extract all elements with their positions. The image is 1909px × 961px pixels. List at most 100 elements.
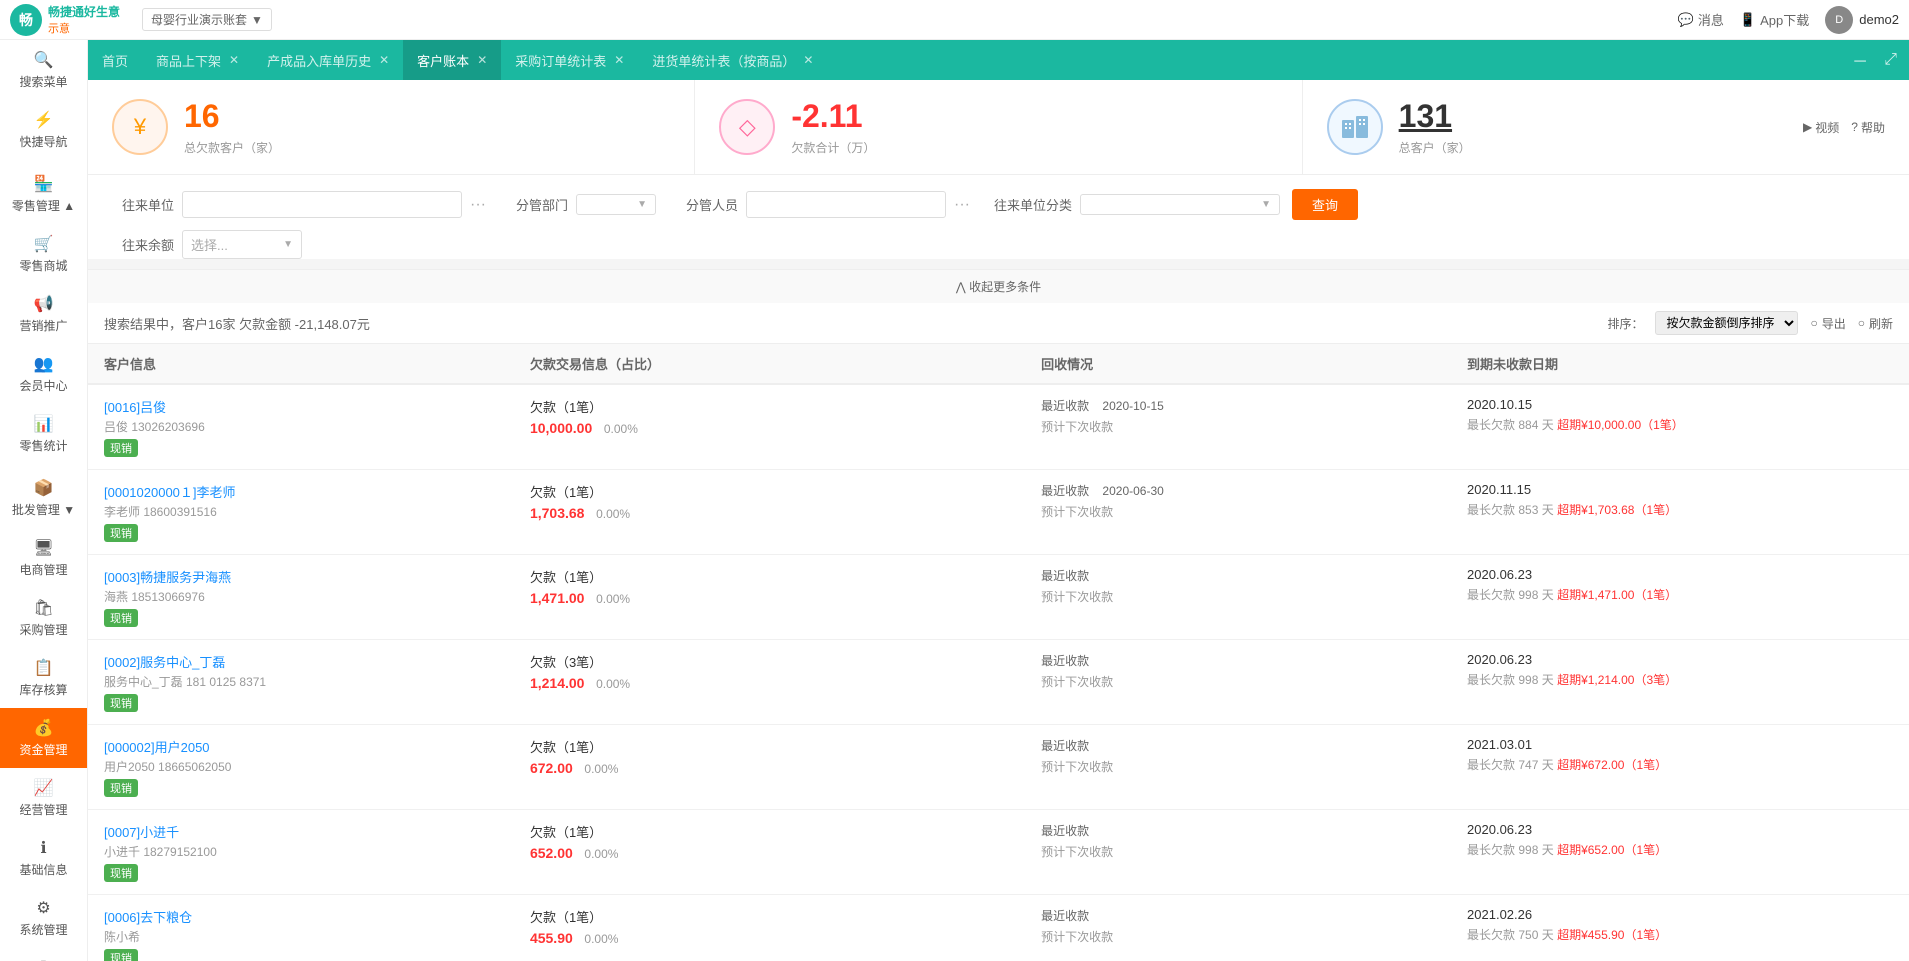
message-button[interactable]: 💬 消息	[1678, 10, 1724, 29]
tab-products-off[interactable]: 商品上下架 ✕	[142, 40, 253, 80]
content-area: 首页 商品上下架 ✕ 产成品入库单历史 ✕ 客户账本 ✕ 采购订单统计表 ✕	[88, 40, 1909, 961]
unit-class-label: 往来单位分类	[982, 195, 1072, 214]
collapse-button[interactable]: ⋀ 收起更多条件	[956, 280, 1041, 294]
due-date-000002: 2021.03.01	[1467, 737, 1893, 752]
dept-select[interactable]: ▼	[576, 194, 656, 215]
app-download-button[interactable]: 📱 App下载	[1740, 10, 1809, 29]
tab-purchase-stats[interactable]: 采购订单统计表 ✕	[501, 40, 638, 80]
sidebar-item-retail-mgmt[interactable]: 🏪 零售管理 ▲	[0, 164, 87, 224]
search-icon: 🔍	[34, 50, 54, 70]
user-menu[interactable]: D demo2	[1825, 6, 1899, 34]
table-row: [0016]吕俊 吕俊 13026203696 现销 欠款（1笔） 10,000…	[88, 385, 1909, 470]
message-icon: 💬	[1678, 12, 1694, 28]
stats-icon: 📊	[34, 414, 54, 434]
tab-close-products-off[interactable]: ✕	[229, 53, 239, 67]
orange-link[interactable]: 示意	[48, 20, 120, 36]
balance-label: 往来余额	[104, 235, 174, 254]
due-days-00010200001: 最长欠款 853 天 超期¥1,703.68（1笔）	[1467, 501, 1893, 518]
customer-tag-0007: 现销	[104, 864, 138, 882]
stat-total-info: 131 总客户（家）	[1399, 98, 1471, 156]
sidebar-item-retail-stats[interactable]: 📊 零售统计	[0, 404, 87, 464]
sidebar-item-member[interactable]: 👥 会员中心	[0, 344, 87, 404]
source-unit-input[interactable]	[182, 191, 462, 218]
stat-icon-debt: ¥	[112, 99, 168, 155]
return-info-0003: 最近收款 预计下次收款	[1041, 567, 1467, 605]
overdue-000002[interactable]: 超期¥672.00（1笔）	[1557, 758, 1667, 772]
customer-name-00010200001[interactable]: [0001020000１]李老师	[104, 482, 530, 501]
tab-home[interactable]: 首页	[88, 40, 142, 80]
sidebar-item-retail-shop[interactable]: 🛒 零售商城	[0, 224, 87, 284]
sidebar-item-system[interactable]: ⚙ 系统管理	[0, 888, 87, 948]
customer-phone-0007: 小进千 18279152100	[104, 843, 530, 860]
manager-input[interactable]	[746, 191, 946, 218]
tab-production-history[interactable]: 产成品入库单历史 ✕	[253, 40, 403, 80]
stat-icon-total	[1327, 99, 1383, 155]
next-collection-0006: 预计下次收款	[1041, 928, 1467, 945]
industry-selector[interactable]: 母婴行业演示账套 ▼	[142, 8, 272, 31]
dept-label: 分管部门	[498, 195, 568, 214]
tab-close-import[interactable]: ✕	[803, 53, 813, 67]
sidebar-item-quick-nav[interactable]: ⚡ 快捷导航	[0, 100, 87, 160]
sidebar-item-enterprise[interactable]: 🏢 企业协同	[0, 948, 87, 961]
due-days-0016: 最长欠款 884 天 超期¥10,000.00（1笔）	[1467, 416, 1893, 433]
sidebar-item-capital[interactable]: 💰 资金管理	[0, 708, 87, 768]
customer-name-0016[interactable]: [0016]吕俊	[104, 397, 530, 416]
export-button[interactable]: ○ 导出	[1810, 315, 1845, 332]
search-button[interactable]: 查询	[1292, 189, 1358, 220]
customer-name-0006[interactable]: [0006]去下粮仓	[104, 907, 530, 926]
overdue-0002[interactable]: 超期¥1,214.00（3笔）	[1557, 673, 1677, 687]
sidebar-item-ecommerce[interactable]: 🖥 电商管理	[0, 528, 87, 588]
tab-close-production[interactable]: ✕	[379, 53, 389, 67]
source-unit-dots[interactable]: ···	[470, 196, 486, 214]
customer-info-0006: [0006]去下粮仓 陈小希 现销	[104, 907, 530, 961]
overdue-0016[interactable]: 超期¥10,000.00（1笔）	[1557, 418, 1684, 432]
customer-info-0007: [0007]小进千 小进千 18279152100 现销	[104, 822, 530, 882]
main-area: 🔍 搜索菜单 ⚡ 快捷导航 🏪 零售管理 ▲ 🛒 零售商城 📢 营销推广 👥	[0, 40, 1909, 961]
return-info-000002: 最近收款 预计下次收款	[1041, 737, 1467, 775]
help-action[interactable]: ? 帮助	[1851, 119, 1885, 136]
sidebar-item-marketing[interactable]: 📢 营销推广	[0, 284, 87, 344]
debt-amount-0016: 10,000.00	[530, 420, 592, 436]
sidebar-item-inventory[interactable]: 📋 库存核算	[0, 648, 87, 708]
avatar: D	[1825, 6, 1853, 34]
unit-class-select[interactable]: ▼	[1080, 194, 1280, 215]
due-info-0016: 2020.10.15 最长欠款 884 天 超期¥10,000.00（1笔）	[1467, 397, 1893, 433]
tab-close-customer[interactable]: ✕	[477, 53, 487, 67]
due-date-0003: 2020.06.23	[1467, 567, 1893, 582]
debt-amount-0006: 455.90	[530, 930, 573, 946]
due-date-0007: 2020.06.23	[1467, 822, 1893, 837]
tab-import-stats[interactable]: 进货单统计表（按商品） ✕	[638, 40, 827, 80]
customer-tag-0016: 现销	[104, 439, 138, 457]
customer-name-000002[interactable]: [000002]用户2050	[104, 737, 530, 756]
overdue-0006[interactable]: 超期¥455.90（1笔）	[1557, 928, 1667, 942]
sidebar-item-operations[interactable]: 📈 经营管理	[0, 768, 87, 828]
debt-amount-0002: 1,214.00	[530, 675, 585, 691]
tab-maximize-button[interactable]: ⤢	[1880, 47, 1901, 73]
tab-close-purchase[interactable]: ✕	[614, 53, 624, 67]
overdue-0007[interactable]: 超期¥652.00（1笔）	[1557, 843, 1667, 857]
sidebar-item-basic-info[interactable]: ℹ 基础信息	[0, 828, 87, 888]
next-collection-0016: 预计下次收款	[1041, 418, 1467, 435]
balance-select[interactable]: 选择... ▼	[182, 230, 302, 259]
tab-minimize-button[interactable]: －	[1848, 44, 1872, 76]
tab-bar-right: － ⤢	[1848, 44, 1909, 76]
purchase-icon: 🛍	[33, 598, 53, 618]
tab-customer-account[interactable]: 客户账本 ✕	[403, 40, 501, 80]
overdue-00010200001[interactable]: 超期¥1,703.68（1笔）	[1557, 503, 1677, 517]
due-info-0007: 2020.06.23 最长欠款 998 天 超期¥652.00（1笔）	[1467, 822, 1893, 858]
stat-debt-customers-label: 总欠款客户（家）	[184, 139, 280, 156]
customer-name-0007[interactable]: [0007]小进千	[104, 822, 530, 841]
sidebar-item-batch-mgmt[interactable]: 📦 批发管理 ▼	[0, 468, 87, 528]
video-action[interactable]: ▶ 视频	[1803, 119, 1839, 136]
customer-name-0002[interactable]: [0002]服务中心_丁磊	[104, 652, 530, 671]
stat-total-customers-label: 总客户（家）	[1399, 139, 1471, 156]
customer-tag-0003: 现销	[104, 609, 138, 627]
due-date-00010200001: 2020.11.15	[1467, 482, 1893, 497]
sidebar-item-search[interactable]: 🔍 搜索菜单	[0, 40, 87, 100]
sort-select[interactable]: 按欠款金额倒序排序	[1655, 311, 1798, 335]
refresh-button[interactable]: ○ 刷新	[1858, 315, 1893, 332]
sidebar-item-purchase[interactable]: 🛍 采购管理	[0, 588, 87, 648]
manager-dots[interactable]: ···	[954, 196, 970, 214]
customer-name-0003[interactable]: [0003]畅捷服务尹海燕	[104, 567, 530, 586]
overdue-0003[interactable]: 超期¥1,471.00（1笔）	[1557, 588, 1677, 602]
